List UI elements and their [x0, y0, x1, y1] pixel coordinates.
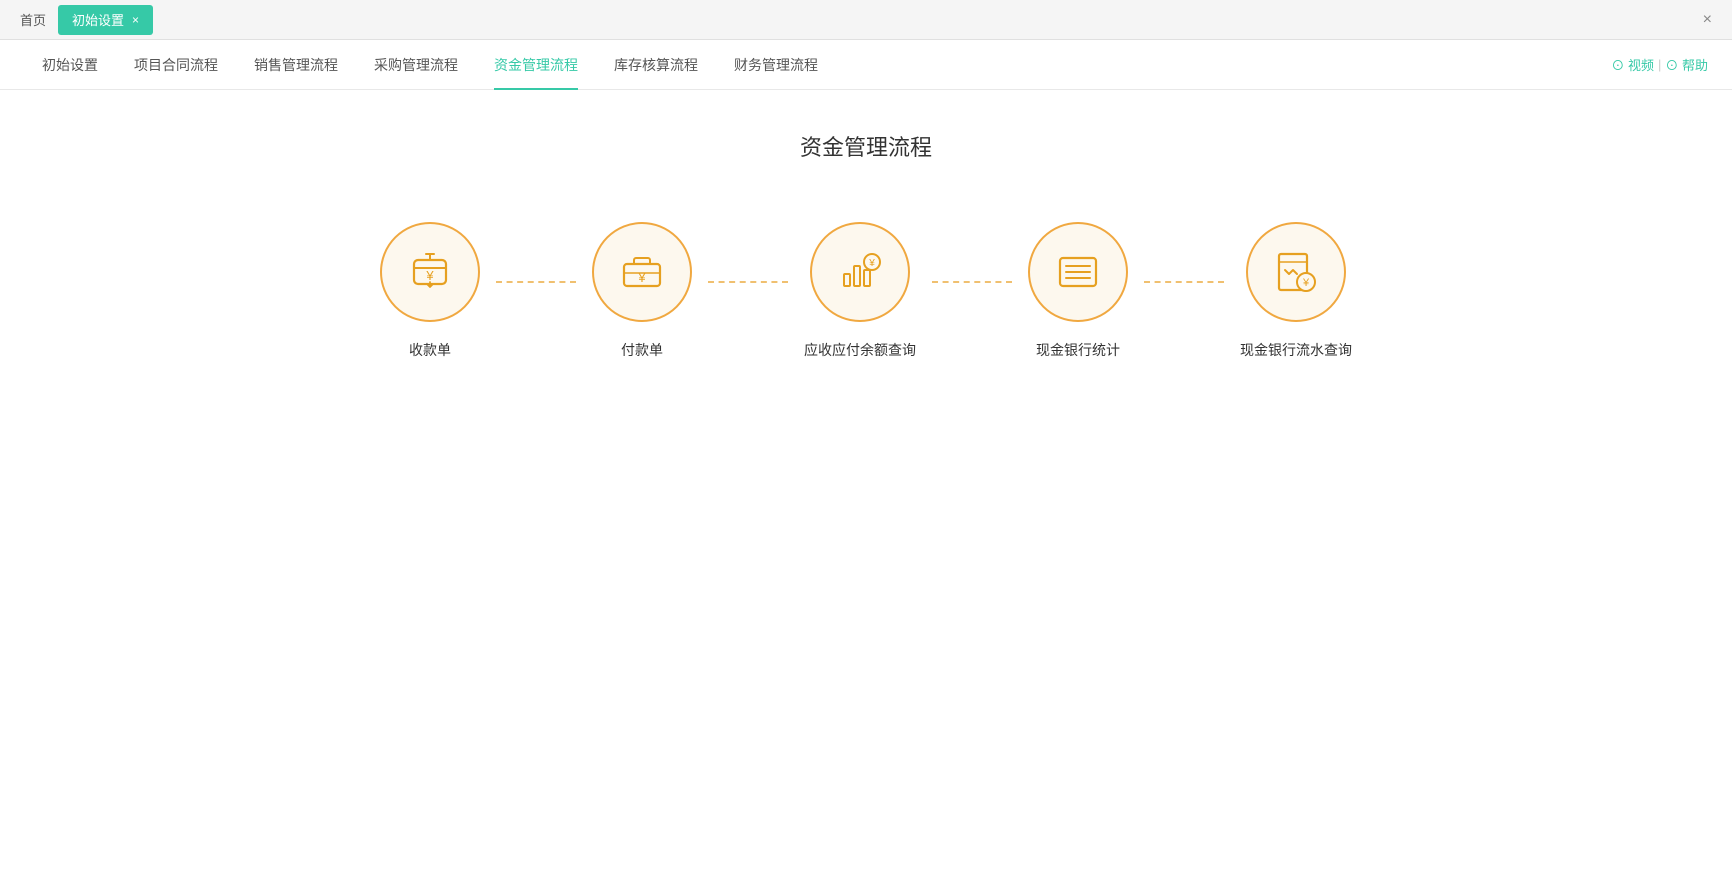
connector-1: [480, 281, 592, 283]
flow-circle-liushui: ¥: [1246, 222, 1346, 322]
home-tab[interactable]: 首页: [8, 10, 58, 29]
help-link[interactable]: ⊙ 帮助: [1665, 55, 1708, 74]
shoukuan-icon: ¥: [404, 246, 456, 298]
flow-circle-shoukuan: ¥: [380, 222, 480, 322]
flow-label-fukuan: 付款单: [621, 340, 663, 360]
flow-circle-fukuan: ¥: [592, 222, 692, 322]
svg-text:¥: ¥: [425, 268, 434, 283]
flow-label-xianjin: 现金银行统计: [1036, 340, 1120, 360]
connector-3: [916, 281, 1028, 283]
connector-line-2: [708, 281, 788, 283]
page-title: 资金管理流程: [0, 130, 1732, 162]
connector-2: [692, 281, 804, 283]
nav-right-links: ⊙ 视频 | ⊙ 帮助: [1611, 55, 1708, 74]
top-bar: 首页 初始设置 × ×: [0, 0, 1732, 40]
svg-text:¥: ¥: [1302, 277, 1310, 289]
window-close-button[interactable]: ×: [1703, 11, 1712, 29]
xianjin-icon: [1052, 246, 1104, 298]
nav-divider: |: [1658, 57, 1661, 72]
video-link[interactable]: ⊙ 视频: [1611, 55, 1654, 74]
flow-item-liushui[interactable]: ¥ 现金银行流水查询: [1240, 222, 1352, 360]
connector-4: [1128, 281, 1240, 283]
connector-line-3: [932, 281, 1012, 283]
connector-line-4: [1144, 281, 1224, 283]
active-tab[interactable]: 初始设置 ×: [58, 5, 153, 35]
svg-text:¥: ¥: [637, 270, 646, 285]
flow-circle-xianjin: [1028, 222, 1128, 322]
nav-item-kucun[interactable]: 库存核算流程: [596, 40, 716, 90]
tab-close-button[interactable]: ×: [132, 13, 139, 27]
main-content: 资金管理流程 ¥ 收款单: [0, 90, 1732, 400]
flow-label-liushui: 现金银行流水查询: [1240, 340, 1352, 360]
flow-label-shoukuan: 收款单: [409, 340, 451, 360]
yingshou-icon: ¥: [834, 246, 886, 298]
flow-container: ¥ 收款单 ¥ 付款单: [0, 222, 1732, 360]
flow-circle-yingshou: ¥: [810, 222, 910, 322]
nav-item-caiwu[interactable]: 财务管理流程: [716, 40, 836, 90]
fukuan-icon: ¥: [616, 246, 668, 298]
nav-item-xiangmu[interactable]: 项目合同流程: [116, 40, 236, 90]
flow-item-fukuan[interactable]: ¥ 付款单: [592, 222, 692, 360]
connector-line-1: [496, 281, 576, 283]
top-bar-right: ×: [1703, 11, 1724, 29]
flow-item-xianjin[interactable]: 现金银行统计: [1028, 222, 1128, 360]
nav-item-caigou[interactable]: 采购管理流程: [356, 40, 476, 90]
flow-item-shoukuan[interactable]: ¥ 收款单: [380, 222, 480, 360]
svg-text:¥: ¥: [868, 258, 875, 269]
nav-item-zijin[interactable]: 资金管理流程: [476, 40, 596, 90]
nav-item-chushi[interactable]: 初始设置: [24, 40, 116, 90]
nav-bar: 初始设置 项目合同流程 销售管理流程 采购管理流程 资金管理流程 库存核算流程 …: [0, 40, 1732, 90]
flow-label-yingshou: 应收应付余额查询: [804, 340, 916, 360]
liushui-icon: ¥: [1270, 246, 1322, 298]
flow-item-yingshou[interactable]: ¥ 应收应付余额查询: [804, 222, 916, 360]
nav-item-xiaoshou[interactable]: 销售管理流程: [236, 40, 356, 90]
active-tab-label: 初始设置: [72, 10, 124, 29]
